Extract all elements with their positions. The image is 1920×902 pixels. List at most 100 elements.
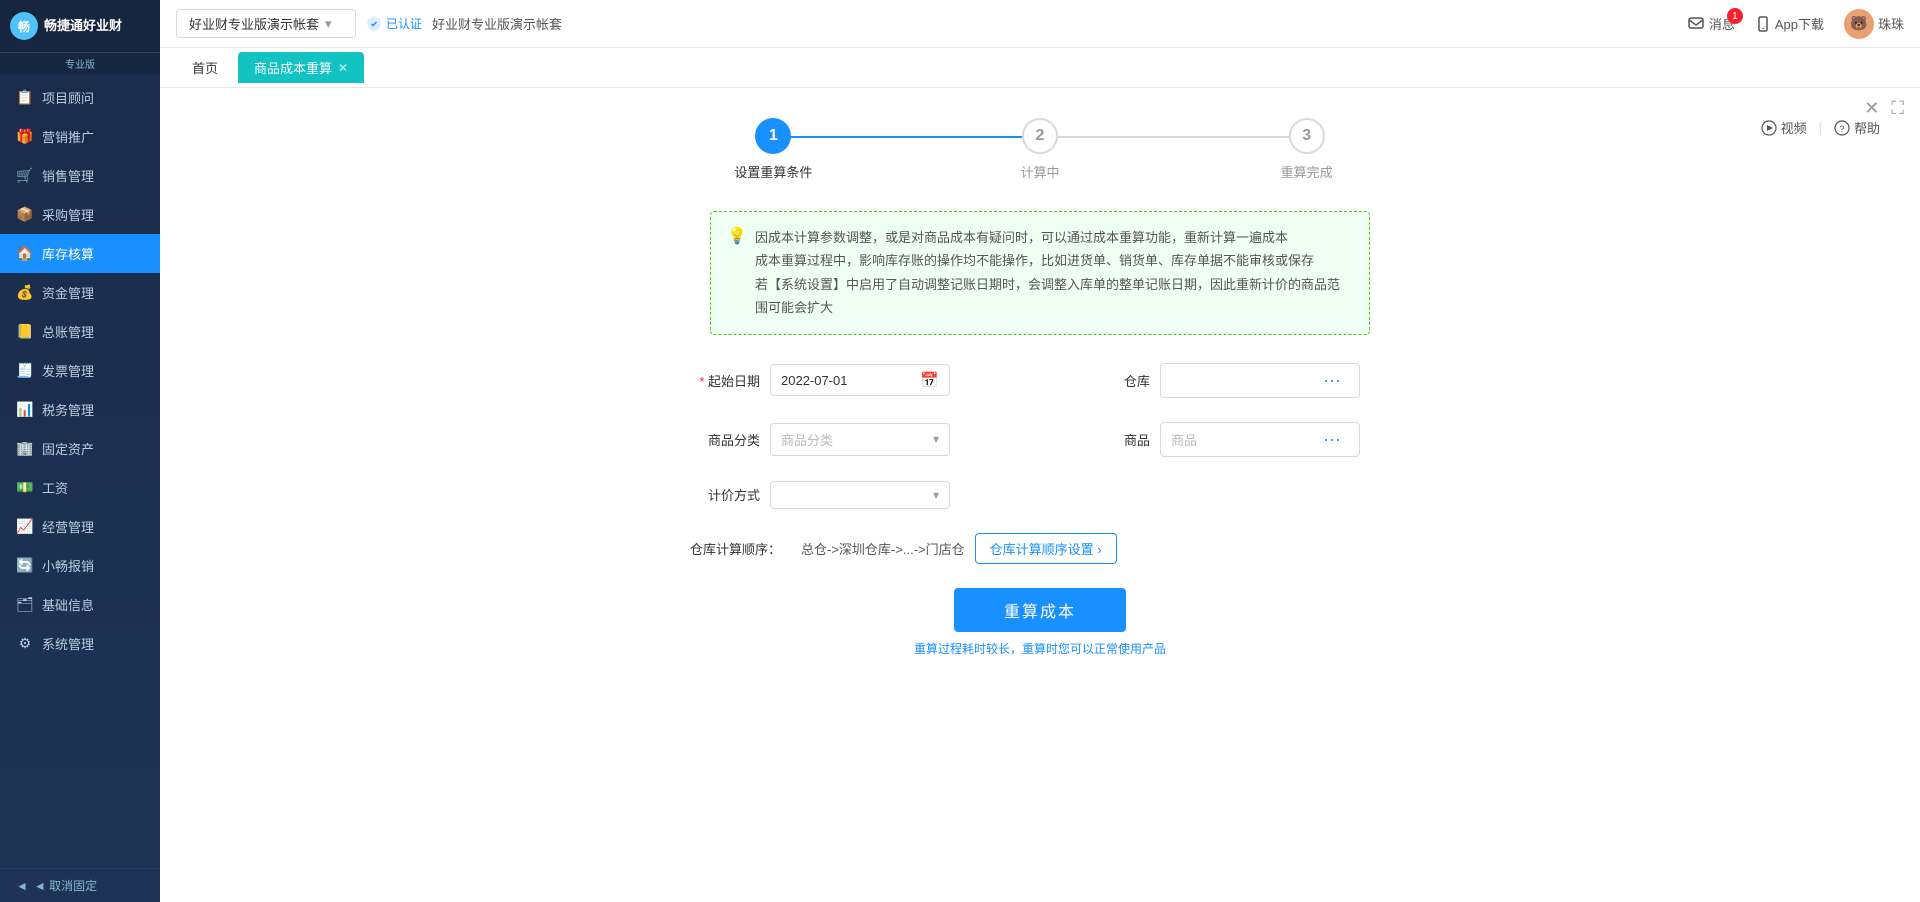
marketing-icon: 🎁 <box>16 128 34 145</box>
tab-home[interactable]: 首页 <box>176 52 234 83</box>
chevron-down-icon: ▾ <box>325 16 332 32</box>
calc-order-btn-label: 仓库计算顺序设置 › <box>990 539 1102 558</box>
tab-home-label: 首页 <box>192 58 218 77</box>
message-icon <box>1687 15 1705 33</box>
svg-text:?: ? <box>1839 124 1844 134</box>
project-icon: 📋 <box>16 89 34 106</box>
sidebar-item-tax[interactable]: 📊 税务管理 <box>0 390 160 429</box>
recalc-hint: 重算过程耗时较长，重算时您可以正常使用产品 <box>914 640 1166 657</box>
calendar-icon[interactable]: 📅 <box>920 371 939 389</box>
sidebar-item-project[interactable]: 📋 项目顾问 <box>0 78 160 117</box>
sidebar-item-label: 销售管理 <box>42 166 144 185</box>
recalc-section: 重算成本 重算过程耗时较长，重算时您可以正常使用产品 <box>690 588 1390 657</box>
step-3-label: 重算完成 <box>1281 162 1333 181</box>
step-1-circle: 1 <box>755 118 791 154</box>
basic-icon: 🗂 <box>16 596 34 613</box>
goods-placeholder: 商品 <box>1171 430 1197 449</box>
sidebar-nav: 📋 项目顾问 🎁 营销推广 🛒 销售管理 📦 采购管理 🏠 库存核算 💰 资金管… <box>0 74 160 868</box>
close-button[interactable]: ✕ <box>1864 98 1879 119</box>
start-date-input[interactable]: 2022-07-01 📅 <box>770 364 950 396</box>
verified-badge: 已认证 <box>366 15 422 32</box>
pricing-select[interactable]: ▾ <box>770 481 950 509</box>
pin-label: ◄ 取消固定 <box>34 877 97 894</box>
tab-recalc[interactable]: 商品成本重算 ✕ <box>238 52 364 83</box>
form-group-pricing: 计价方式 ▾ <box>690 481 1390 509</box>
goods-ellipsis-btn[interactable]: ··· <box>1315 429 1349 450</box>
step-2-line <box>1040 136 1307 138</box>
logo-icon: 畅 <box>10 12 38 40</box>
verified-account-name: 好业财专业版演示帐套 <box>432 14 562 33</box>
system-icon: ⚙ <box>16 635 34 652</box>
sidebar-item-ledger[interactable]: 📒 总账管理 <box>0 312 160 351</box>
sidebar-edition: 专业版 <box>0 53 160 74</box>
finance-icon: 💰 <box>16 284 34 301</box>
ops-icon: 📈 <box>16 518 34 535</box>
form-group-category: 商品分类 商品分类 ▾ <box>690 423 1000 456</box>
sidebar-item-label: 项目顾问 <box>42 88 144 107</box>
user-menu[interactable]: 🐻 珠珠 <box>1844 9 1904 39</box>
goods-input[interactable]: 商品 ··· <box>1160 422 1360 457</box>
help-divider: | <box>1819 120 1822 135</box>
app-download-button[interactable]: App下载 <box>1755 14 1824 33</box>
sales-icon: 🛒 <box>16 167 34 184</box>
sidebar-item-label: 税务管理 <box>42 400 144 419</box>
info-box-text: 因成本计算参数调整，或是对商品成本有疑问时，可以通过成本重算功能，重新计算一遍成… <box>729 226 1351 320</box>
sidebar-item-invoice[interactable]: 🧾 发票管理 <box>0 351 160 390</box>
category-label: 商品分类 <box>690 430 770 449</box>
sidebar-item-finance[interactable]: 💰 资金管理 <box>0 273 160 312</box>
recalc-btn-label: 重算成本 <box>1004 604 1076 621</box>
sidebar-item-system[interactable]: ⚙ 系统管理 <box>0 624 160 663</box>
goods-label: 商品 <box>1080 430 1160 449</box>
sidebar-item-basic[interactable]: 🗂 基础信息 <box>0 585 160 624</box>
calc-order-label: 仓库计算顺序： <box>690 539 791 558</box>
tab-recalc-label: 商品成本重算 <box>254 58 332 77</box>
start-date-value: 2022-07-01 <box>781 373 848 388</box>
start-date-label: 起始日期 <box>690 371 770 390</box>
form-group-goods: 商品 商品 ··· <box>1080 422 1390 457</box>
recalc-button[interactable]: 重算成本 <box>954 588 1126 632</box>
message-button[interactable]: 消息 1 <box>1687 14 1735 33</box>
tax-icon: 📊 <box>16 401 34 418</box>
app-download-label: App下载 <box>1775 14 1824 33</box>
sidebar-item-sales[interactable]: 🛒 销售管理 <box>0 156 160 195</box>
chevron-down-icon: ▾ <box>933 488 939 502</box>
form-row-1: 起始日期 2022-07-01 📅 仓库 ··· <box>690 363 1390 398</box>
warehouse-input[interactable]: ··· <box>1160 363 1360 398</box>
info-box: 💡 因成本计算参数调整，或是对商品成本有疑问时，可以通过成本重算功能，重新计算一… <box>710 211 1370 335</box>
category-select[interactable]: 商品分类 ▾ <box>770 423 950 456</box>
sidebar-item-label: 经营管理 <box>42 517 144 536</box>
warehouse-ellipsis-btn[interactable]: ··· <box>1315 370 1349 391</box>
content-area: ✕ ⛶ 视频 | ? 帮助 <box>160 88 1920 902</box>
sidebar-logo: 畅 畅捷通好业财 <box>0 0 160 53</box>
video-link[interactable]: 视频 <box>1761 118 1807 137</box>
invoice-icon: 🧾 <box>16 362 34 379</box>
window-controls: ✕ ⛶ <box>1864 98 1904 119</box>
help-link[interactable]: ? 帮助 <box>1834 118 1880 137</box>
sidebar-item-assets[interactable]: 🏢 固定资产 <box>0 429 160 468</box>
sidebar-item-label: 采购管理 <box>42 205 144 224</box>
sidebar-item-inventory[interactable]: 🏠 库存核算 <box>0 234 160 273</box>
tab-close-icon[interactable]: ✕ <box>338 61 348 75</box>
inventory-icon: 🏠 <box>16 245 34 262</box>
play-icon <box>1761 120 1777 136</box>
sidebar-item-marketing[interactable]: 🎁 营销推广 <box>0 117 160 156</box>
message-badge: 1 <box>1727 8 1743 24</box>
sidebar-item-expense[interactable]: 🔄 小畅报销 <box>0 546 160 585</box>
account-selector[interactable]: 好业财专业版演示帐套 ▾ <box>176 9 356 38</box>
sidebar-pin-toggle[interactable]: ◄ ◄ 取消固定 <box>0 868 160 902</box>
step-1-line <box>773 136 1040 138</box>
warning-icon: 💡 <box>727 226 747 246</box>
purchase-icon: 📦 <box>16 206 34 223</box>
calc-order-settings-button[interactable]: 仓库计算顺序设置 › <box>975 533 1117 564</box>
sidebar-item-purchase[interactable]: 📦 采购管理 <box>0 195 160 234</box>
expand-button[interactable]: ⛶ <box>1891 98 1904 119</box>
pin-icon: ◄ <box>16 879 28 893</box>
chevron-down-icon: ▾ <box>933 432 939 446</box>
assets-icon: 🏢 <box>16 440 34 457</box>
verified-label: 已认证 <box>386 15 422 32</box>
info-line-3: 若【系统设置】中启用了自动调整记账日期时，会调整入库单的整单记账日期，因此重新计… <box>755 273 1351 296</box>
sidebar-item-payroll[interactable]: 💵 工资 <box>0 468 160 507</box>
help-label: 帮助 <box>1854 118 1880 137</box>
sidebar-item-ops[interactable]: 📈 经营管理 <box>0 507 160 546</box>
sidebar-item-label: 资金管理 <box>42 283 144 302</box>
